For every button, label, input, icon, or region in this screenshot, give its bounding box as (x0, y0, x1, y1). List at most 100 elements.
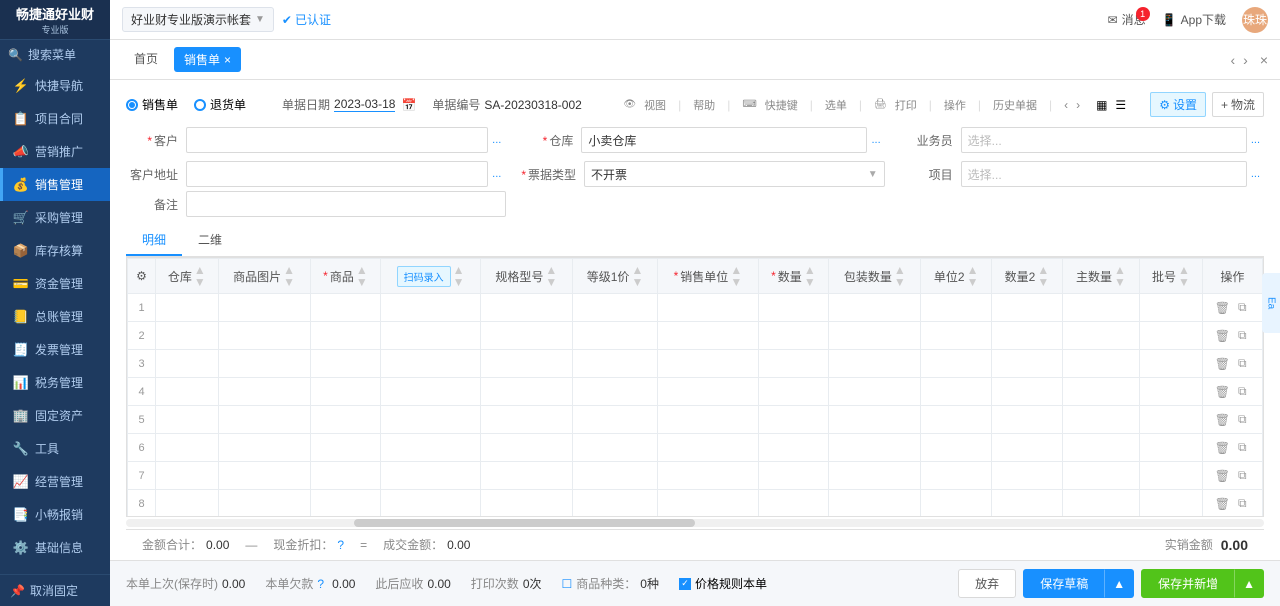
sidebar-item-report[interactable]: 📑小畅报销 (0, 498, 110, 531)
row-qty-1[interactable] (758, 322, 829, 350)
row-unit2-7[interactable] (921, 490, 992, 518)
row-mainqty-6[interactable] (1062, 462, 1139, 490)
help-label[interactable]: 帮助 (693, 97, 715, 113)
row-copy-0[interactable]: ⧉ (1234, 300, 1250, 316)
row-copy-4[interactable]: ⧉ (1234, 412, 1250, 428)
row-img-0[interactable] (218, 294, 310, 322)
row-qty2-7[interactable] (992, 490, 1063, 518)
discount-help-icon[interactable]: ? (337, 538, 344, 552)
sidebar-item-sales[interactable]: 💰销售管理 (0, 168, 110, 201)
row-qty2-5[interactable] (992, 434, 1063, 462)
row-delete-0[interactable]: 🗑 (1214, 300, 1230, 316)
calendar-icon[interactable]: 📅 (401, 98, 416, 112)
row-spec-1[interactable] (480, 322, 572, 350)
warehouse-ellipsis-button[interactable]: ... (867, 134, 884, 146)
staff-ellipsis-button[interactable]: ... (1247, 134, 1264, 146)
sidebar-item-marketing[interactable]: 📣营销推广 (0, 135, 110, 168)
sidebar-item-inventory[interactable]: 📦库存核算 (0, 234, 110, 267)
message-button[interactable]: ✉ 1 消息 (1108, 11, 1146, 28)
row-scan-4[interactable] (381, 406, 480, 434)
address-ellipsis-button[interactable]: ... (488, 168, 505, 180)
next-window-button[interactable]: › (1243, 52, 1248, 68)
row-copy-2[interactable]: ⧉ (1234, 356, 1250, 372)
row-batch-0[interactable] (1140, 294, 1203, 322)
customer-input[interactable] (186, 127, 488, 153)
tab-sales[interactable]: 销售单 × (174, 47, 241, 72)
row-packqty-1[interactable] (829, 322, 921, 350)
row-scan-3[interactable] (381, 378, 480, 406)
sidebar-item-capital[interactable]: 💳资金管理 (0, 267, 110, 300)
shortcut-label[interactable]: 快捷键 (765, 97, 798, 113)
price-check-checkbox[interactable] (679, 578, 691, 590)
select-order-label[interactable]: 选单 (825, 97, 847, 113)
row-mainqty-1[interactable] (1062, 322, 1139, 350)
row-delete-3[interactable]: 🗑 (1214, 384, 1230, 400)
row-qty2-6[interactable] (992, 462, 1063, 490)
row-batch-7[interactable] (1140, 490, 1203, 518)
print-label[interactable]: 打印 (895, 97, 917, 113)
tab-detail[interactable]: 明细 (126, 225, 182, 256)
row-saleunit-7[interactable] (658, 490, 758, 518)
row-spec-7[interactable] (480, 490, 572, 518)
row-img-7[interactable] (218, 490, 310, 518)
sidebar-item-account[interactable]: 📒总账管理 (0, 300, 110, 333)
row-qty-0[interactable] (758, 294, 829, 322)
row-scan-1[interactable] (381, 322, 480, 350)
row-img-1[interactable] (218, 322, 310, 350)
row-packqty-7[interactable] (829, 490, 921, 518)
row-copy-1[interactable]: ⧉ (1234, 328, 1250, 344)
row-unit2-4[interactable] (921, 406, 992, 434)
row-saleunit-3[interactable] (658, 378, 758, 406)
product-table-container[interactable]: ⚙ 仓库▲▼ 商品图片▲▼ *商品▲▼ (126, 257, 1264, 517)
search-menu-item[interactable]: 🔍 搜索菜单 (0, 40, 110, 69)
row-batch-6[interactable] (1140, 462, 1203, 490)
row-scan-2[interactable] (381, 350, 480, 378)
row-price1-2[interactable] (572, 350, 658, 378)
row-warehouse-6[interactable] (156, 462, 219, 490)
row-batch-4[interactable] (1140, 406, 1203, 434)
sidebar-item-basic[interactable]: ⚙️基础信息 (0, 531, 110, 564)
row-price1-1[interactable] (572, 322, 658, 350)
row-spec-4[interactable] (480, 406, 572, 434)
row-img-2[interactable] (218, 350, 310, 378)
row-warehouse-0[interactable] (156, 294, 219, 322)
debt-help-icon[interactable]: ? (317, 577, 324, 591)
row-spec-5[interactable] (480, 434, 572, 462)
row-mainqty-2[interactable] (1062, 350, 1139, 378)
view-label[interactable]: 视图 (644, 97, 666, 113)
row-product-6[interactable] (310, 462, 381, 490)
row-price1-5[interactable] (572, 434, 658, 462)
staff-input[interactable]: 选择... (961, 127, 1247, 153)
row-qty2-3[interactable] (992, 378, 1063, 406)
row-batch-3[interactable] (1140, 378, 1203, 406)
row-unit2-2[interactable] (921, 350, 992, 378)
row-product-7[interactable] (310, 490, 381, 518)
address-input[interactable] (186, 161, 488, 187)
row-qty2-0[interactable] (992, 294, 1063, 322)
col-scan-label[interactable]: 扫码录入 (397, 266, 451, 287)
sidebar-item-purchase[interactable]: 🛒采购管理 (0, 201, 110, 234)
row-copy-6[interactable]: ⧉ (1234, 468, 1250, 484)
row-unit2-0[interactable] (921, 294, 992, 322)
sidebar-item-project[interactable]: 📋项目合同 (0, 102, 110, 135)
history-label[interactable]: 历史单据 (993, 97, 1037, 113)
row-warehouse-3[interactable] (156, 378, 219, 406)
row-qty-5[interactable] (758, 434, 829, 462)
row-batch-2[interactable] (1140, 350, 1203, 378)
sidebar-item-work[interactable]: 🔧工具 (0, 432, 110, 465)
right-tool-1[interactable]: Ea (1262, 273, 1280, 333)
row-mainqty-5[interactable] (1062, 434, 1139, 462)
row-price1-7[interactable] (572, 490, 658, 518)
row-unit2-6[interactable] (921, 462, 992, 490)
row-scan-0[interactable] (381, 294, 480, 322)
radio-return[interactable]: 退货单 (194, 96, 246, 113)
logistics-button[interactable]: + 物流 (1212, 92, 1264, 117)
row-img-5[interactable] (218, 434, 310, 462)
row-qty-7[interactable] (758, 490, 829, 518)
app-download-button[interactable]: 📱 App下载 (1162, 11, 1226, 28)
row-warehouse-7[interactable] (156, 490, 219, 518)
row-qty2-2[interactable] (992, 350, 1063, 378)
row-spec-0[interactable] (480, 294, 572, 322)
row-product-5[interactable] (310, 434, 381, 462)
row-scan-6[interactable] (381, 462, 480, 490)
